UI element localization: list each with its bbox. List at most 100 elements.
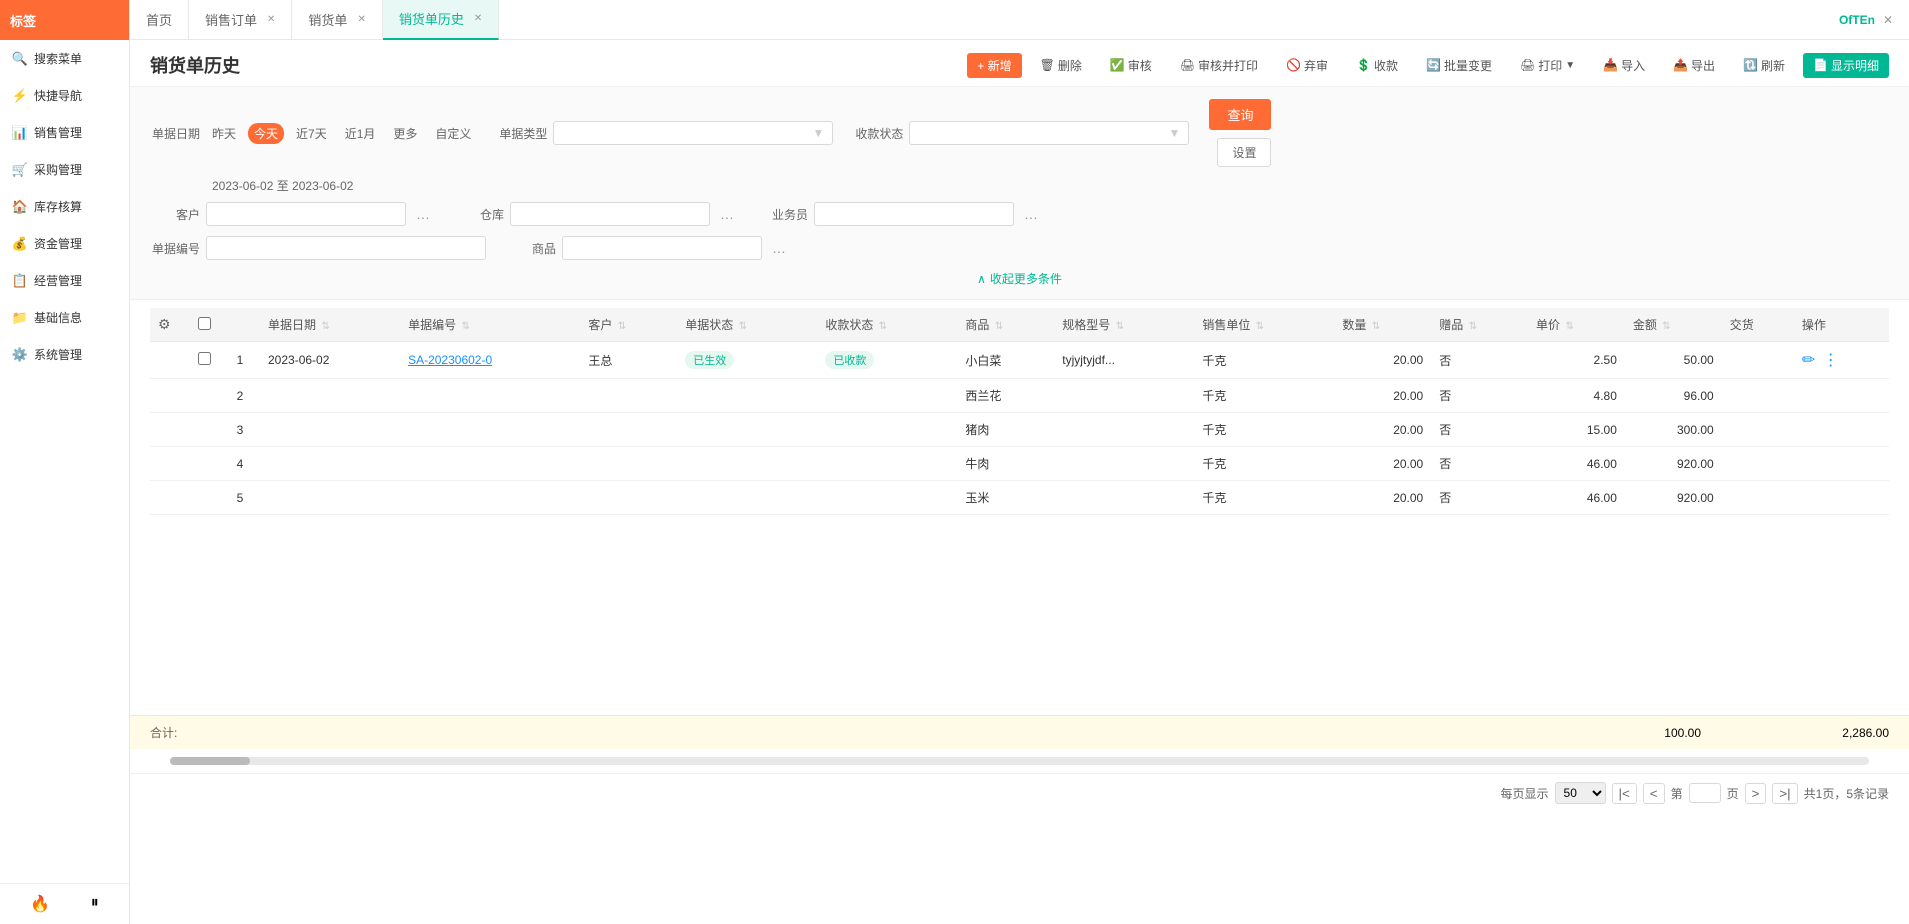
th-num: [220, 308, 260, 342]
operations-icon: 📋: [12, 273, 28, 289]
tab-sales-delivery[interactable]: 销货单 ✕: [292, 0, 382, 40]
th-date[interactable]: 单据日期 ⇅: [260, 308, 400, 342]
sidebar-item-purchase-mgmt[interactable]: 🛒 采购管理: [0, 151, 129, 188]
warehouse-input[interactable]: [510, 202, 710, 226]
payment-status-select[interactable]: ▼: [909, 121, 1189, 145]
th-spec[interactable]: 规格型号 ⇅: [1054, 308, 1194, 342]
goods-dot-btn[interactable]: …: [768, 240, 790, 256]
th-price[interactable]: 单价 ⇅: [1528, 308, 1625, 342]
sidebar-item-operations[interactable]: 📋 经营管理: [0, 262, 129, 299]
batch-change-button[interactable]: 🔄 批量变更: [1416, 53, 1502, 78]
sidebar-item-quick-nav[interactable]: ⚡ 快捷导航: [0, 77, 129, 114]
tab-sales-history-close[interactable]: ✕: [474, 13, 482, 24]
last-page-btn[interactable]: >|: [1772, 783, 1797, 804]
review-button[interactable]: ✅ 审核: [1100, 53, 1162, 78]
th-doc-status[interactable]: 单据状态 ⇅: [677, 308, 817, 342]
date-btn-more[interactable]: 更多: [387, 123, 423, 144]
th-doc-no[interactable]: 单据编号 ⇅: [400, 308, 580, 342]
th-action: 操作: [1794, 308, 1889, 342]
row1-edit-icon[interactable]: ✏: [1802, 352, 1815, 369]
date-btn-yesterday[interactable]: 昨天: [206, 123, 242, 144]
row1-select-checkbox[interactable]: [198, 352, 211, 365]
th-checkbox: [190, 308, 220, 342]
doc-type-select[interactable]: ▼: [553, 121, 833, 145]
first-page-btn[interactable]: |<: [1612, 783, 1637, 804]
sidebar-item-system[interactable]: ⚙️ 系统管理: [0, 336, 129, 373]
row1-gift: 否: [1431, 342, 1528, 379]
refresh-button[interactable]: 🔃 刷新: [1733, 53, 1795, 78]
sidebar-item-finance[interactable]: 💰 资金管理: [0, 225, 129, 262]
th-qty[interactable]: 数量 ⇅: [1334, 308, 1431, 342]
th-customer[interactable]: 客户 ⇅: [580, 308, 677, 342]
window-close-btn[interactable]: ✕: [1883, 13, 1893, 27]
abandon-button[interactable]: 🚫 弃审: [1276, 53, 1338, 78]
tab-sales-history[interactable]: 销货单历史 ✕: [383, 0, 499, 40]
row1-payment-status-badge: 已收款: [825, 351, 874, 369]
customer-dot-btn[interactable]: …: [412, 206, 434, 222]
business-input[interactable]: [814, 202, 1014, 226]
date-filter-label: 单据日期: [150, 125, 200, 142]
sidebar-item-basic-info[interactable]: 📁 基础信息: [0, 299, 129, 336]
amount-sort-icon: ⇅: [1662, 321, 1670, 332]
warehouse-filter-item: 仓库 …: [454, 202, 738, 226]
th-settings[interactable]: ⚙: [150, 308, 190, 342]
sidebar-item-sales-mgmt[interactable]: 📊 销售管理: [0, 114, 129, 151]
delete-button[interactable]: 🗑 删除: [1030, 53, 1092, 78]
select-all-checkbox[interactable]: [198, 317, 211, 330]
footer-label: 合计:: [150, 724, 210, 741]
delete-icon: 🗑: [1040, 58, 1055, 72]
prev-page-btn[interactable]: <: [1643, 783, 1665, 804]
display-button[interactable]: 📄 显示明细: [1803, 53, 1889, 78]
total-info: 共1页，5条记录: [1804, 785, 1889, 802]
payment-status-sort-icon: ⇅: [879, 321, 887, 332]
collapse-button[interactable]: ∧ 收起更多条件: [150, 270, 1889, 287]
scroll-thumb[interactable]: [170, 757, 250, 765]
tab-sales-order[interactable]: 销售订单 ✕: [189, 0, 292, 40]
pause-icon[interactable]: ⏸: [91, 894, 99, 914]
new-button[interactable]: + 新增: [967, 53, 1021, 78]
system-icon: ⚙️: [12, 347, 28, 363]
payment-status-label: 收款状态: [853, 125, 903, 142]
th-unit[interactable]: 销售单位 ⇅: [1194, 308, 1334, 342]
review-print-button[interactable]: 🖨 审核并打印: [1170, 53, 1268, 78]
export-button[interactable]: 📤 导出: [1663, 53, 1725, 78]
row1-doc-no-link[interactable]: SA-20230602-0: [408, 353, 492, 367]
tab-home[interactable]: 首页: [130, 0, 189, 40]
import-button[interactable]: 📥 导入: [1593, 53, 1655, 78]
collect-button[interactable]: 💲 收款: [1346, 53, 1408, 78]
th-goods[interactable]: 商品 ⇅: [957, 308, 1054, 342]
th-gift[interactable]: 赠品 ⇅: [1431, 308, 1528, 342]
date-btn-7days[interactable]: 近7天: [290, 123, 333, 144]
per-page-select[interactable]: 50 100 200: [1555, 782, 1606, 804]
footer-total-amount: 2,286.00: [1709, 726, 1889, 740]
spec-sort-icon: ⇅: [1116, 321, 1124, 332]
customer-input[interactable]: [206, 202, 406, 226]
goods-input[interactable]: [562, 236, 762, 260]
sidebar-item-label: 销售管理: [34, 124, 82, 141]
query-button[interactable]: 查询: [1209, 99, 1271, 130]
date-btn-today[interactable]: 今天: [248, 123, 284, 144]
date-btn-custom[interactable]: 自定义: [429, 123, 477, 144]
row3-spec: [1054, 413, 1194, 447]
tab-sales-order-close[interactable]: ✕: [267, 14, 275, 25]
current-page-input[interactable]: 1: [1689, 783, 1721, 803]
row1-more-icon[interactable]: ⋮: [1823, 352, 1839, 369]
footer-values: 100.00 2,286.00: [210, 726, 1889, 740]
row2-num: 2: [220, 379, 260, 413]
sidebar-item-inventory[interactable]: 🏠 库存核算: [0, 188, 129, 225]
sidebar-item-search-menu[interactable]: 🔍 搜索菜单: [0, 40, 129, 77]
print-button[interactable]: 🖨 打印 ▼: [1510, 53, 1585, 78]
tab-sales-delivery-close[interactable]: ✕: [357, 14, 365, 25]
date-btn-1month[interactable]: 近1月: [339, 123, 382, 144]
th-payment-status[interactable]: 收款状态 ⇅: [817, 308, 957, 342]
business-dot-btn[interactable]: …: [1020, 206, 1042, 222]
warehouse-dot-btn[interactable]: …: [716, 206, 738, 222]
next-page-btn[interactable]: >: [1745, 783, 1767, 804]
fire-icon[interactable]: 🔥: [30, 894, 50, 914]
export-icon: 📤: [1673, 58, 1688, 72]
row2-qty: 20.00: [1334, 379, 1431, 413]
th-amount[interactable]: 金额 ⇅: [1625, 308, 1722, 342]
setting-button[interactable]: 设置: [1217, 138, 1271, 167]
horizontal-scrollbar[interactable]: [170, 757, 1869, 765]
doc-no-input[interactable]: [206, 236, 486, 260]
